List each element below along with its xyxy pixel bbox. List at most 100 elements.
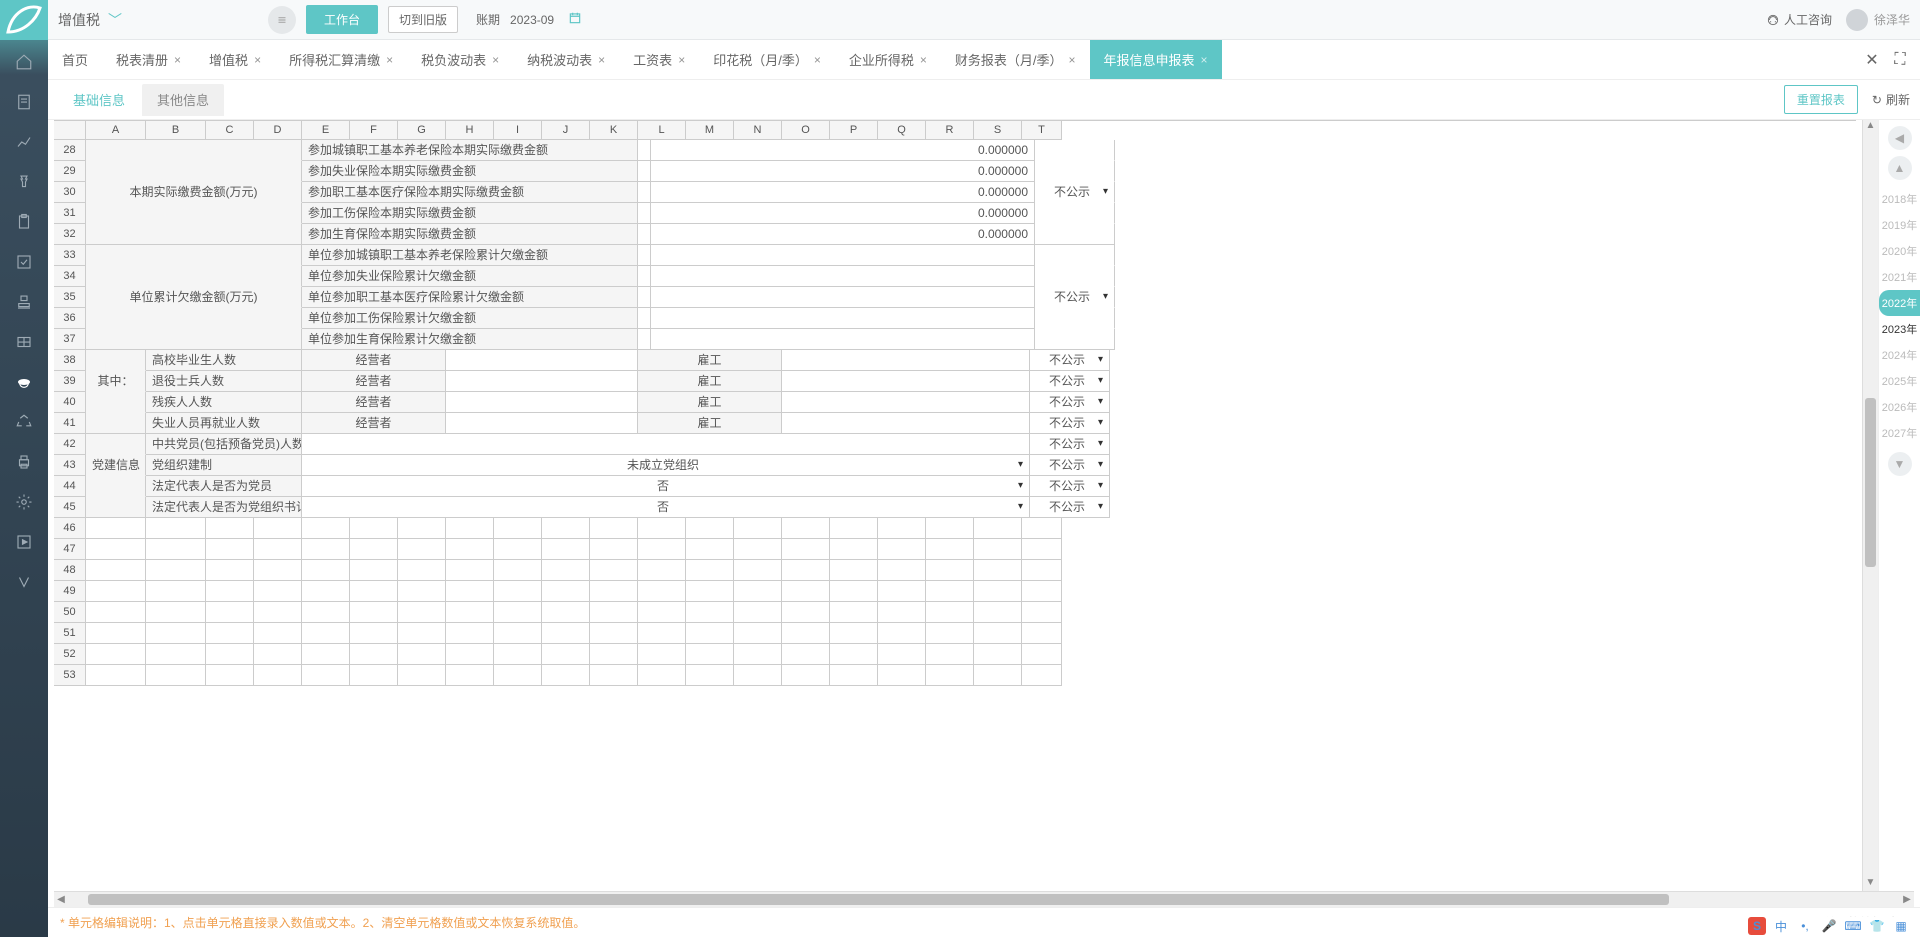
col-header-C[interactable]: C	[206, 121, 254, 140]
scroll-left-icon[interactable]: ◀	[54, 892, 68, 908]
nav-stamp-icon[interactable]	[0, 284, 48, 320]
switch-old-button[interactable]: 切到旧版	[388, 6, 458, 33]
empty-cell[interactable]	[398, 518, 446, 539]
empty-cell[interactable]	[398, 602, 446, 623]
publish-select[interactable]: 不公示▾	[1030, 476, 1110, 497]
row-header-34[interactable]: 34	[54, 266, 86, 287]
year-2025年[interactable]: 2025年	[1879, 368, 1920, 394]
close-icon[interactable]: ×	[386, 53, 393, 67]
col-header-B[interactable]: B	[146, 121, 206, 140]
gap[interactable]	[638, 287, 651, 308]
col-header-M[interactable]: M	[686, 121, 734, 140]
ime-mic-icon[interactable]: 🎤	[1820, 917, 1838, 935]
empty-cell[interactable]	[638, 665, 686, 686]
publish-select[interactable]: 不公示▾	[1030, 371, 1110, 392]
empty-cell[interactable]	[206, 560, 254, 581]
year-2020年[interactable]: 2020年	[1879, 238, 1920, 264]
consult-link[interactable]: 人工咨询	[1766, 11, 1832, 28]
value-cell[interactable]	[302, 434, 1030, 455]
scroll-up-icon[interactable]: ▲	[1863, 120, 1878, 134]
row-header-36[interactable]: 36	[54, 308, 86, 329]
empty-cell[interactable]	[302, 518, 350, 539]
empty-cell[interactable]	[926, 518, 974, 539]
publish-select[interactable]: 不公示▾	[1030, 434, 1110, 455]
empty-cell[interactable]	[926, 581, 974, 602]
scroll-thumb[interactable]	[1865, 398, 1876, 568]
empty-cell[interactable]	[146, 665, 206, 686]
empty-cell[interactable]	[206, 623, 254, 644]
party-value-select[interactable]: 否▾	[302, 476, 1030, 497]
empty-cell[interactable]	[974, 665, 1022, 686]
ime-punct-icon[interactable]: •,	[1796, 917, 1814, 935]
empty-cell[interactable]	[686, 602, 734, 623]
tab-8[interactable]: 企业所得税×	[835, 40, 941, 80]
empty-cell[interactable]	[350, 602, 398, 623]
empty-cell[interactable]	[782, 665, 830, 686]
empty-cell[interactable]	[494, 602, 542, 623]
nav-print-icon[interactable]	[0, 444, 48, 480]
empty-cell[interactable]	[638, 623, 686, 644]
empty-cell[interactable]	[590, 581, 638, 602]
year-2027年[interactable]: 2027年	[1879, 420, 1920, 446]
empty-cell[interactable]	[782, 623, 830, 644]
empty-cell[interactable]	[686, 560, 734, 581]
col-header-A[interactable]: A	[86, 121, 146, 140]
row-header-46[interactable]: 46	[54, 518, 86, 539]
publish-select[interactable]: 不公示▾	[1035, 287, 1115, 308]
publish-select[interactable]: 不公示▾	[1030, 350, 1110, 371]
col-header-J[interactable]: J	[542, 121, 590, 140]
row-header-50[interactable]: 50	[54, 602, 86, 623]
empty-cell[interactable]	[86, 644, 146, 665]
row-header-42[interactable]: 42	[54, 434, 86, 455]
empty-cell[interactable]	[254, 602, 302, 623]
empty-cell[interactable]	[878, 581, 926, 602]
tab-4[interactable]: 税负波动表×	[407, 40, 513, 80]
nav-chart-icon[interactable]	[0, 124, 48, 160]
year-2018年[interactable]: 2018年	[1879, 186, 1920, 212]
empty-cell[interactable]	[590, 644, 638, 665]
year-2024年[interactable]: 2024年	[1879, 342, 1920, 368]
nav-play-icon[interactable]	[0, 524, 48, 560]
calendar-icon[interactable]	[568, 11, 582, 28]
close-icon[interactable]: ×	[1069, 53, 1076, 67]
empty-cell[interactable]	[302, 602, 350, 623]
empty-cell[interactable]	[686, 581, 734, 602]
empty-cell[interactable]	[542, 581, 590, 602]
empty-cell[interactable]	[1022, 665, 1062, 686]
empty-cell[interactable]	[734, 560, 782, 581]
row-header-37[interactable]: 37	[54, 329, 86, 350]
empty-cell[interactable]	[926, 623, 974, 644]
empty-cell[interactable]	[446, 665, 494, 686]
empty-cell[interactable]	[86, 623, 146, 644]
value-cell[interactable]	[651, 287, 1035, 308]
row-header-44[interactable]: 44	[54, 476, 86, 497]
empty-cell[interactable]	[734, 539, 782, 560]
gap[interactable]	[638, 161, 651, 182]
ime-skin-icon[interactable]: 👕	[1868, 917, 1886, 935]
empty-cell[interactable]	[782, 581, 830, 602]
close-icon[interactable]: ×	[598, 53, 605, 67]
empty-cell[interactable]	[878, 644, 926, 665]
row-header-39[interactable]: 39	[54, 371, 86, 392]
party-value-select[interactable]: 否▾	[302, 497, 1030, 518]
empty-cell[interactable]	[494, 623, 542, 644]
nav-clipboard-icon[interactable]	[0, 204, 48, 240]
close-icon[interactable]: ×	[254, 53, 261, 67]
gap[interactable]	[638, 266, 651, 287]
empty-cell[interactable]	[350, 644, 398, 665]
close-icon[interactable]: ×	[174, 53, 181, 67]
value-cell[interactable]	[446, 392, 638, 413]
empty-cell[interactable]	[206, 539, 254, 560]
empty-cell[interactable]	[398, 560, 446, 581]
empty-cell[interactable]	[86, 602, 146, 623]
ime-lang-icon[interactable]: 中	[1772, 917, 1790, 935]
empty-cell[interactable]	[878, 539, 926, 560]
hscroll-thumb[interactable]	[88, 894, 1669, 905]
tab-7[interactable]: 印花税（月/季）×	[699, 40, 835, 80]
empty-cell[interactable]	[830, 644, 878, 665]
empty-cell[interactable]	[590, 602, 638, 623]
col-header-F[interactable]: F	[350, 121, 398, 140]
col-header-S[interactable]: S	[974, 121, 1022, 140]
empty-cell[interactable]	[1022, 623, 1062, 644]
nav-doc-icon[interactable]	[0, 84, 48, 120]
